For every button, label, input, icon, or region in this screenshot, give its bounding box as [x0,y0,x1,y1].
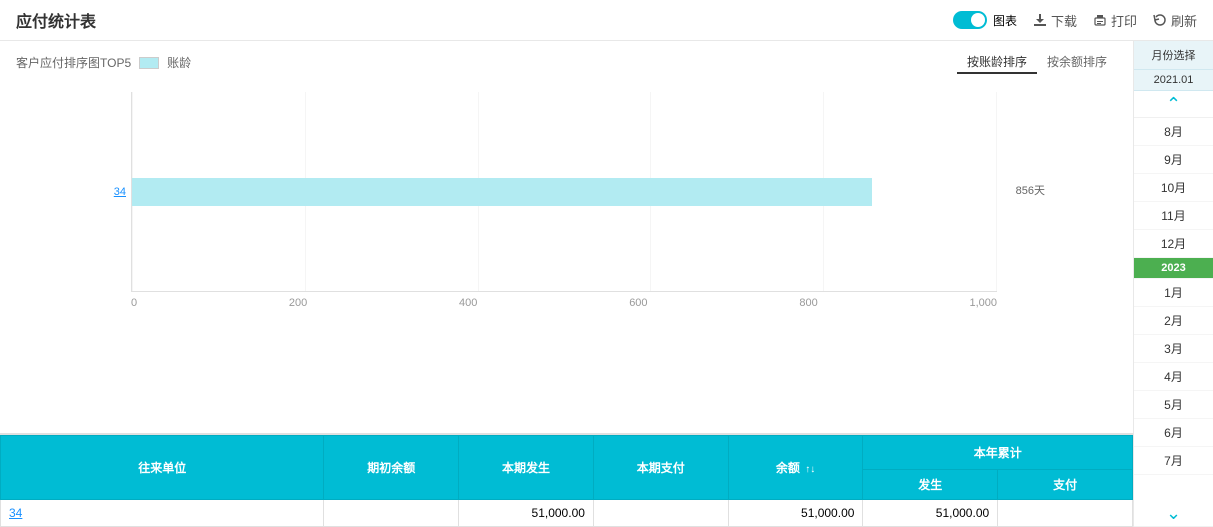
chart-toggle-wrap: 图表 [953,11,1017,29]
period-occur-cell: 51,000.00 [459,500,594,527]
sidebar-month-item[interactable]: 3月 [1134,335,1213,363]
sidebar-nav-down-button[interactable]: ⌄ [1134,500,1213,527]
sidebar-month-item[interactable]: 6月 [1134,419,1213,447]
sidebar-month-item[interactable]: 10月 [1134,174,1213,202]
print-button[interactable]: 打印 [1093,11,1137,30]
data-table: 往来单位 期初余额 本期发生 本期支付 余额 ↑↓ 本年累计 发生 [0,435,1133,527]
sidebar-month-item[interactable]: 5月 [1134,391,1213,419]
period-pay-cell [593,500,728,527]
sidebar-month-item[interactable]: 2023 [1134,258,1213,279]
chart-area: 客户应付排序图TOP5 账龄 按账龄排序 按余额排序 34 [0,41,1133,433]
sidebar-month-item[interactable]: 12月 [1134,230,1213,258]
balance-sort-icon: ↑↓ [805,464,815,475]
refresh-icon [1153,13,1167,27]
col-unit-header: 往来单位 [1,436,324,500]
x-label-0: 0 [131,297,137,322]
chart-toggle-label: 图表 [993,12,1017,29]
chart-sort-buttons: 按账龄排序 按余额排序 [957,51,1117,74]
sidebar-month-select-label: 月份选择 [1134,41,1213,70]
col-balance-header: 余额 ↑↓ [728,436,863,500]
legend-box-icon [139,57,159,69]
right-sidebar: 月份选择 2021.01 ⌃ 8月9月10月11月12月20231月2月3月4月… [1133,41,1213,527]
sort-by-balance-button[interactable]: 按余额排序 [1037,51,1117,74]
table-body: 34 51,000.00 51,000.00 51,000.00 [1,500,1133,527]
col-year-pay-header: 支付 [998,470,1133,500]
col-period-occur-header: 本期发生 [459,436,594,500]
sidebar-current-year-month: 2021.01 [1134,70,1213,91]
col-period-balance-header: 期初余额 [324,436,459,500]
legend-prefix-label: 客户应付排序图TOP5 [16,54,131,71]
sidebar-month-item[interactable]: 11月 [1134,202,1213,230]
col-period-pay-header: 本期支付 [593,436,728,500]
header: 应付统计表 图表 下载 打印 刷新 [0,0,1213,41]
chevron-down-icon: ⌄ [1166,504,1181,522]
x-label-800: 800 [799,297,817,322]
download-icon [1033,13,1047,27]
x-label-600: 600 [629,297,647,322]
x-axis: 0 200 400 600 800 1,000 [131,297,997,322]
col-year-occur-header: 发生 [863,470,998,500]
sidebar-months-list: 8月9月10月11月12月20231月2月3月4月5月6月7月 [1134,118,1213,500]
download-button[interactable]: 下载 [1033,11,1077,30]
header-actions: 图表 下载 打印 刷新 [953,11,1197,30]
sidebar-month-item[interactable]: 9月 [1134,146,1213,174]
page-title: 应付统计表 [16,8,96,32]
year-pay-cell [998,500,1133,527]
balance-cell: 51,000.00 [728,500,863,527]
sidebar-nav-up-button[interactable]: ⌃ [1134,91,1213,118]
bar-chart: 34 [16,82,1117,362]
x-label-400: 400 [459,297,477,322]
bar-fill-34 [132,178,872,206]
legend-label: 账龄 [167,54,191,71]
unit-cell[interactable]: 34 [1,500,324,527]
period-balance-cell [324,500,459,527]
chevron-up-icon: ⌃ [1166,95,1181,113]
sidebar-month-item[interactable]: 4月 [1134,363,1213,391]
col-year-cumulative-header: 本年累计 [863,436,1133,470]
x-label-1000: 1,000 [969,297,997,322]
print-icon [1093,13,1107,27]
bar-days-label: 856天 [1016,182,1045,198]
year-occur-cell: 51,000.00 [863,500,998,527]
chart-toggle[interactable] [953,11,987,29]
sidebar-month-item[interactable]: 2月 [1134,307,1213,335]
bar-row-34: 856天 [132,178,997,206]
chart-inner: 34 [76,92,1057,322]
sidebar-month-item[interactable]: 8月 [1134,118,1213,146]
x-label-200: 200 [289,297,307,322]
bars-area: 856天 [131,92,997,292]
chart-legend: 客户应付排序图TOP5 账龄 [16,54,191,71]
table-row: 34 51,000.00 51,000.00 51,000.00 [1,500,1133,527]
refresh-button[interactable]: 刷新 [1153,11,1197,30]
sidebar-month-item[interactable]: 1月 [1134,279,1213,307]
main-content: 客户应付排序图TOP5 账龄 按账龄排序 按余额排序 34 [0,41,1213,527]
left-panel: 客户应付排序图TOP5 账龄 按账龄排序 按余额排序 34 [0,41,1133,527]
sidebar-month-item[interactable]: 7月 [1134,447,1213,475]
table-area: 往来单位 期初余额 本期发生 本期支付 余额 ↑↓ 本年累计 发生 [0,433,1133,527]
app-container: 应付统计表 图表 下载 打印 刷新 [0,0,1213,527]
chart-header: 客户应付排序图TOP5 账龄 按账龄排序 按余额排序 [16,51,1117,74]
y-axis-label: 34 [114,186,126,198]
sort-by-amount-button[interactable]: 按账龄排序 [957,51,1037,74]
